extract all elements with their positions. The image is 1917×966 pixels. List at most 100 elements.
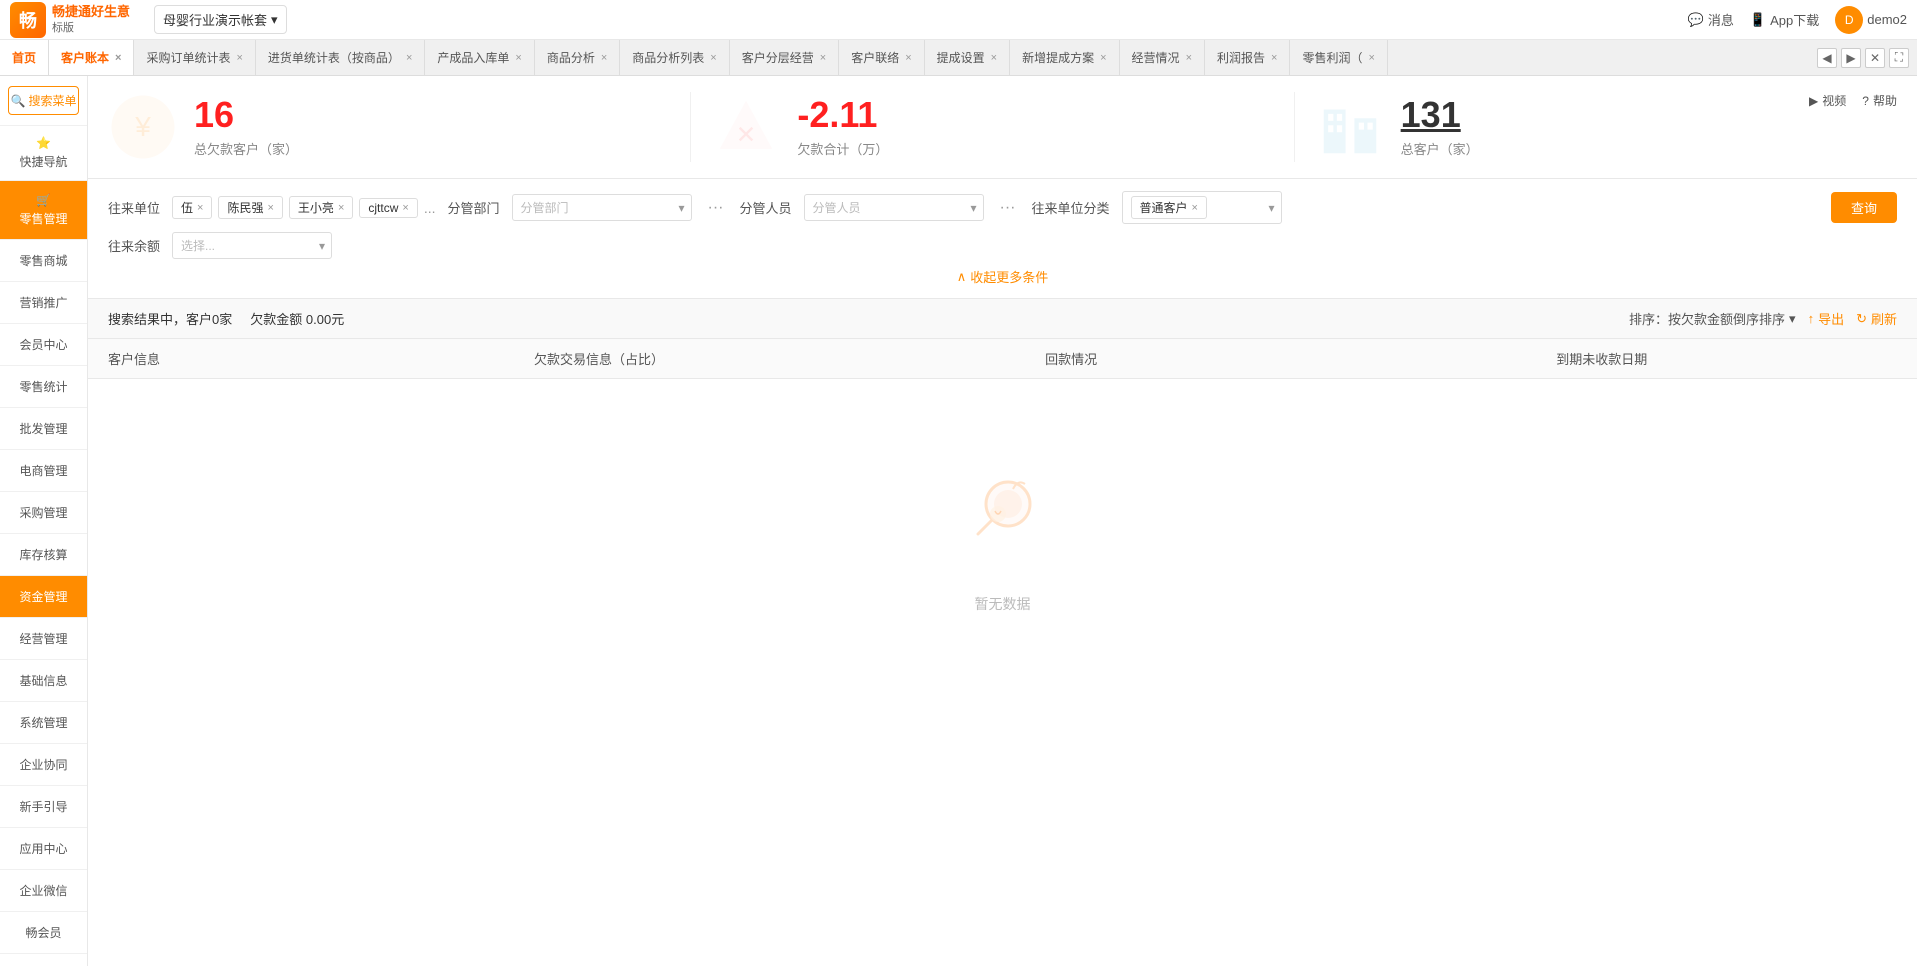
tag-close-wang[interactable]: × xyxy=(338,202,344,214)
table-header: 客户信息 欠款交易信息（占比） 回款情况 到期未收款日期 xyxy=(88,339,1917,379)
sidebar-item-membership[interactable]: 畅会员 xyxy=(0,912,87,954)
tabs-prev-button[interactable]: ◀ xyxy=(1817,48,1837,68)
tab-close-icon[interactable]: × xyxy=(1271,52,1277,64)
tag-close-cjttcw[interactable]: × xyxy=(402,202,408,214)
sort-select[interactable]: 排序：按欠款金额倒序排序 ▾ xyxy=(1629,309,1796,328)
company-select[interactable]: 母婴行业演示帐套 ▾ xyxy=(154,5,287,34)
tab-customer-tier[interactable]: 客户分层经营 × xyxy=(730,40,839,76)
chevron-up-icon: ∧ xyxy=(957,269,967,285)
category-filter-select[interactable]: 普通客户 × ▾ xyxy=(1122,191,1282,224)
video-icon: ▶ xyxy=(1809,94,1818,108)
collapse-filter-button[interactable]: ∧ 收起更多条件 xyxy=(957,267,1049,286)
filter-row-1: 往来单位 伍 × 陈民强 × 王小亮 × xyxy=(108,191,1897,224)
dept-select-arrow-icon: ▾ xyxy=(678,201,684,215)
sort-arrow-icon: ▾ xyxy=(1789,311,1796,327)
sidebar-item-wechat-biz[interactable]: 企业微信 xyxy=(0,870,87,912)
logo-icon: 畅 xyxy=(10,2,46,38)
tab-customer-ledger[interactable]: 客户账本 × xyxy=(49,40,134,76)
category-select-arrow-icon: ▾ xyxy=(1268,201,1274,215)
tab-purchase-order[interactable]: 采购订单统计表 × xyxy=(134,40,255,76)
sidebar-item-system-mgmt[interactable]: 系统管理 xyxy=(0,702,87,744)
filter-area: 往来单位 伍 × 陈民强 × 王小亮 × xyxy=(88,179,1917,299)
sidebar-item-inventory[interactable]: 库存核算 xyxy=(0,534,87,576)
sidebar-item-operations[interactable]: 经营管理 xyxy=(0,618,87,660)
tab-home[interactable]: 首页 xyxy=(0,40,49,76)
refresh-button[interactable]: ↻ 刷新 xyxy=(1856,309,1897,328)
tab-goods-analysis-list[interactable]: 商品分析列表 × xyxy=(620,40,729,76)
user-avatar[interactable]: D demo2 xyxy=(1835,6,1907,34)
tab-profit-report[interactable]: 利润报告 × xyxy=(1205,40,1290,76)
export-icon: ↑ xyxy=(1808,311,1815,326)
tab-close-icon[interactable]: × xyxy=(710,52,716,64)
top-bar-right: 💬 消息 📱 App下载 D demo2 xyxy=(1688,6,1907,34)
tab-close-icon[interactable]: × xyxy=(905,52,911,64)
tab-close-icon[interactable]: × xyxy=(1100,52,1106,64)
sidebar-item-newbie[interactable]: 新手引导 xyxy=(0,786,87,828)
sidebar-item-quick-nav[interactable]: ⭐ 快捷导航 xyxy=(0,126,87,181)
tab-customer-contact[interactable]: 客户联络 × xyxy=(839,40,924,76)
app-download-button[interactable]: 📱 App下载 xyxy=(1750,10,1819,29)
video-help-button[interactable]: ▶ 视频 xyxy=(1809,92,1846,109)
tab-add-commission[interactable]: 新增提成方案 × xyxy=(1010,40,1119,76)
tab-goods-analysis[interactable]: 商品分析 × xyxy=(535,40,620,76)
tabs-next-button[interactable]: ▶ xyxy=(1841,48,1861,68)
sidebar-item-member-center[interactable]: 会员中心 xyxy=(0,324,87,366)
tab-close-icon[interactable]: × xyxy=(991,52,997,64)
tab-close-icon[interactable]: × xyxy=(236,52,242,64)
person-filter-select[interactable]: 分管人员 ▾ xyxy=(804,194,984,221)
tab-inbound-stats[interactable]: 进货单统计表（按商品） × xyxy=(256,40,425,76)
debt-icon: ✕ xyxy=(711,92,781,162)
tag-close-chen[interactable]: × xyxy=(267,202,273,214)
help-button[interactable]: ? 帮助 xyxy=(1862,92,1897,109)
tabs-close-all-button[interactable]: ✕ xyxy=(1865,48,1885,68)
tabs-fullscreen-button[interactable]: ⛶ xyxy=(1889,48,1909,68)
sidebar-item-enterprise[interactable]: 企业协同 xyxy=(0,744,87,786)
query-button[interactable]: 查询 xyxy=(1831,192,1897,223)
message-button[interactable]: 💬 消息 xyxy=(1688,10,1734,29)
logo-area: 畅 畅捷通好生意 标版 xyxy=(10,2,130,38)
sidebar-item-basic-info[interactable]: 基础信息 xyxy=(0,660,87,702)
tab-close-icon[interactable]: × xyxy=(1368,52,1374,64)
sidebar-item-app-center[interactable]: 应用中心 xyxy=(0,828,87,870)
category-tag-close[interactable]: × xyxy=(1192,202,1198,214)
filter-more-button[interactable]: ... xyxy=(424,200,436,216)
tag-close-wu[interactable]: × xyxy=(197,202,203,214)
person-filter-label: 分管人员 xyxy=(739,198,791,217)
results-info: 搜索结果中，客户0家 欠款金额 0.00元 xyxy=(108,309,344,328)
balance-filter-select[interactable]: 选择... ▾ xyxy=(172,232,332,259)
tab-operations[interactable]: 经营情况 × xyxy=(1120,40,1205,76)
sidebar-item-retail-mgmt[interactable]: 🛒 零售管理 xyxy=(0,181,87,240)
sidebar-item-ecommerce[interactable]: 电商管理 xyxy=(0,450,87,492)
tab-finished-goods[interactable]: 产成品入库单 × xyxy=(425,40,534,76)
dept-filter-select[interactable]: 分管部门 ▾ xyxy=(512,194,692,221)
tab-close-icon[interactable]: × xyxy=(1186,52,1192,64)
tab-close-icon[interactable]: × xyxy=(601,52,607,64)
search-menu-button[interactable]: 🔍 搜索菜单 xyxy=(8,86,79,115)
dept-filter-more-icon[interactable]: ··· xyxy=(704,199,728,217)
tab-close-icon[interactable]: × xyxy=(515,52,521,64)
export-button[interactable]: ↑ 导出 xyxy=(1808,309,1845,328)
col-header-date: 到期未收款日期 xyxy=(1556,349,1897,368)
sidebar-item-capital-mgmt[interactable]: 资金管理 xyxy=(0,576,87,618)
tab-close-icon[interactable]: × xyxy=(406,52,412,64)
sidebar-item-marketing[interactable]: 营销推广 xyxy=(0,282,87,324)
tab-commission-settings[interactable]: 提成设置 × xyxy=(925,40,1010,76)
empty-state: 暂无数据 xyxy=(88,379,1917,694)
content-area: ▶ 视频 ? 帮助 ¥ xyxy=(88,76,1917,966)
person-select-arrow-icon: ▾ xyxy=(970,201,976,215)
tab-retail-profit[interactable]: 零售利润（ × xyxy=(1290,40,1387,76)
tab-close-icon[interactable]: × xyxy=(820,52,826,64)
download-icon: 📱 xyxy=(1750,12,1766,28)
sidebar-item-retail-stats[interactable]: 零售统计 xyxy=(0,366,87,408)
person-filter-more-icon[interactable]: ··· xyxy=(996,199,1020,217)
total-customers-label: 总客户（家） xyxy=(1401,139,1479,158)
filter-tag-wang: 王小亮 × xyxy=(289,196,353,219)
sidebar-item-retail-store[interactable]: 零售商城 xyxy=(0,240,87,282)
help-icon: ? xyxy=(1862,94,1869,108)
sidebar-item-purchase-mgmt[interactable]: 采购管理 xyxy=(0,492,87,534)
sidebar-item-wholesale-mgmt[interactable]: 批发管理 xyxy=(0,408,87,450)
tab-close-icon[interactable]: × xyxy=(115,52,121,64)
message-icon: 💬 xyxy=(1688,12,1704,28)
building-icon xyxy=(1315,92,1385,162)
category-filter-label: 往来单位分类 xyxy=(1031,198,1109,217)
